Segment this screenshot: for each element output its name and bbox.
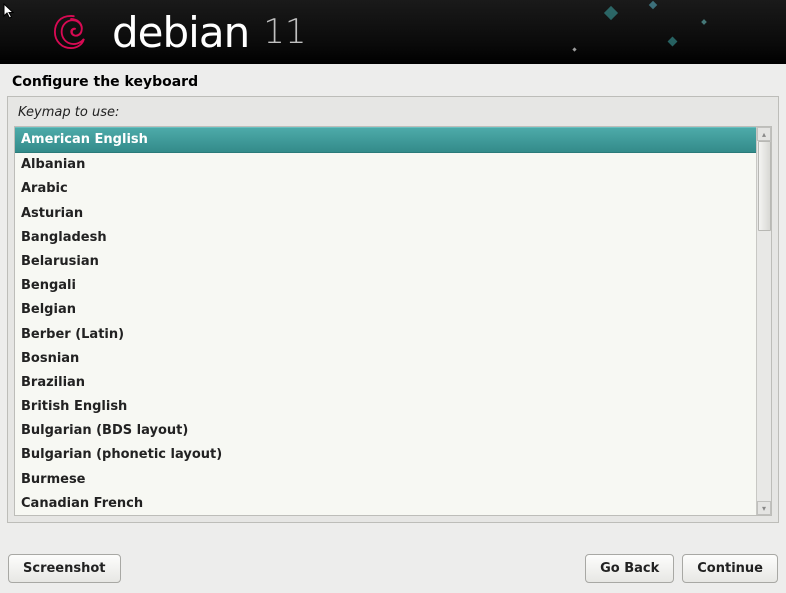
brand-name: debian <box>112 8 249 57</box>
page-title: Configure the keyboard <box>0 64 786 96</box>
screenshot-button[interactable]: Screenshot <box>8 554 121 583</box>
list-item[interactable]: Arabic <box>15 177 756 201</box>
list-item[interactable]: Bulgarian (phonetic layout) <box>15 443 756 467</box>
debian-logo <box>48 9 94 55</box>
scroll-up-button[interactable]: ▴ <box>757 127 771 141</box>
list-item[interactable]: Albanian <box>15 153 756 177</box>
scrollbar[interactable]: ▴ ▾ <box>756 127 771 515</box>
list-item[interactable]: British English <box>15 395 756 419</box>
list-item[interactable]: Asturian <box>15 202 756 226</box>
continue-button[interactable]: Continue <box>682 554 778 583</box>
footer-buttons: Screenshot Go Back Continue <box>0 554 786 583</box>
list-item[interactable]: Brazilian <box>15 371 756 395</box>
scroll-down-button[interactable]: ▾ <box>757 501 771 515</box>
keymap-prompt: Keymap to use: <box>14 103 772 126</box>
list-item[interactable]: Berber (Latin) <box>15 323 756 347</box>
list-item[interactable]: Bangladesh <box>15 226 756 250</box>
keymap-listbox[interactable]: American EnglishAlbanianArabicAsturianBa… <box>15 127 756 515</box>
brand-version: 11 <box>263 12 306 52</box>
keymap-listbox-container: American EnglishAlbanianArabicAsturianBa… <box>14 126 772 516</box>
list-item[interactable]: Bengali <box>15 274 756 298</box>
main-panel: Keymap to use: American EnglishAlbanianA… <box>7 96 779 523</box>
list-item[interactable]: American English <box>15 127 756 153</box>
list-item[interactable]: Belgian <box>15 298 756 322</box>
list-item[interactable]: Bosnian <box>15 347 756 371</box>
list-item[interactable]: Belarusian <box>15 250 756 274</box>
installer-header: debian 11 <box>0 0 786 64</box>
list-item[interactable]: Bulgarian (BDS layout) <box>15 419 756 443</box>
header-decoration <box>526 0 726 64</box>
scroll-thumb[interactable] <box>758 141 771 231</box>
go-back-button[interactable]: Go Back <box>585 554 674 583</box>
list-item[interactable]: Burmese <box>15 468 756 492</box>
list-item[interactable]: Canadian French <box>15 492 756 515</box>
